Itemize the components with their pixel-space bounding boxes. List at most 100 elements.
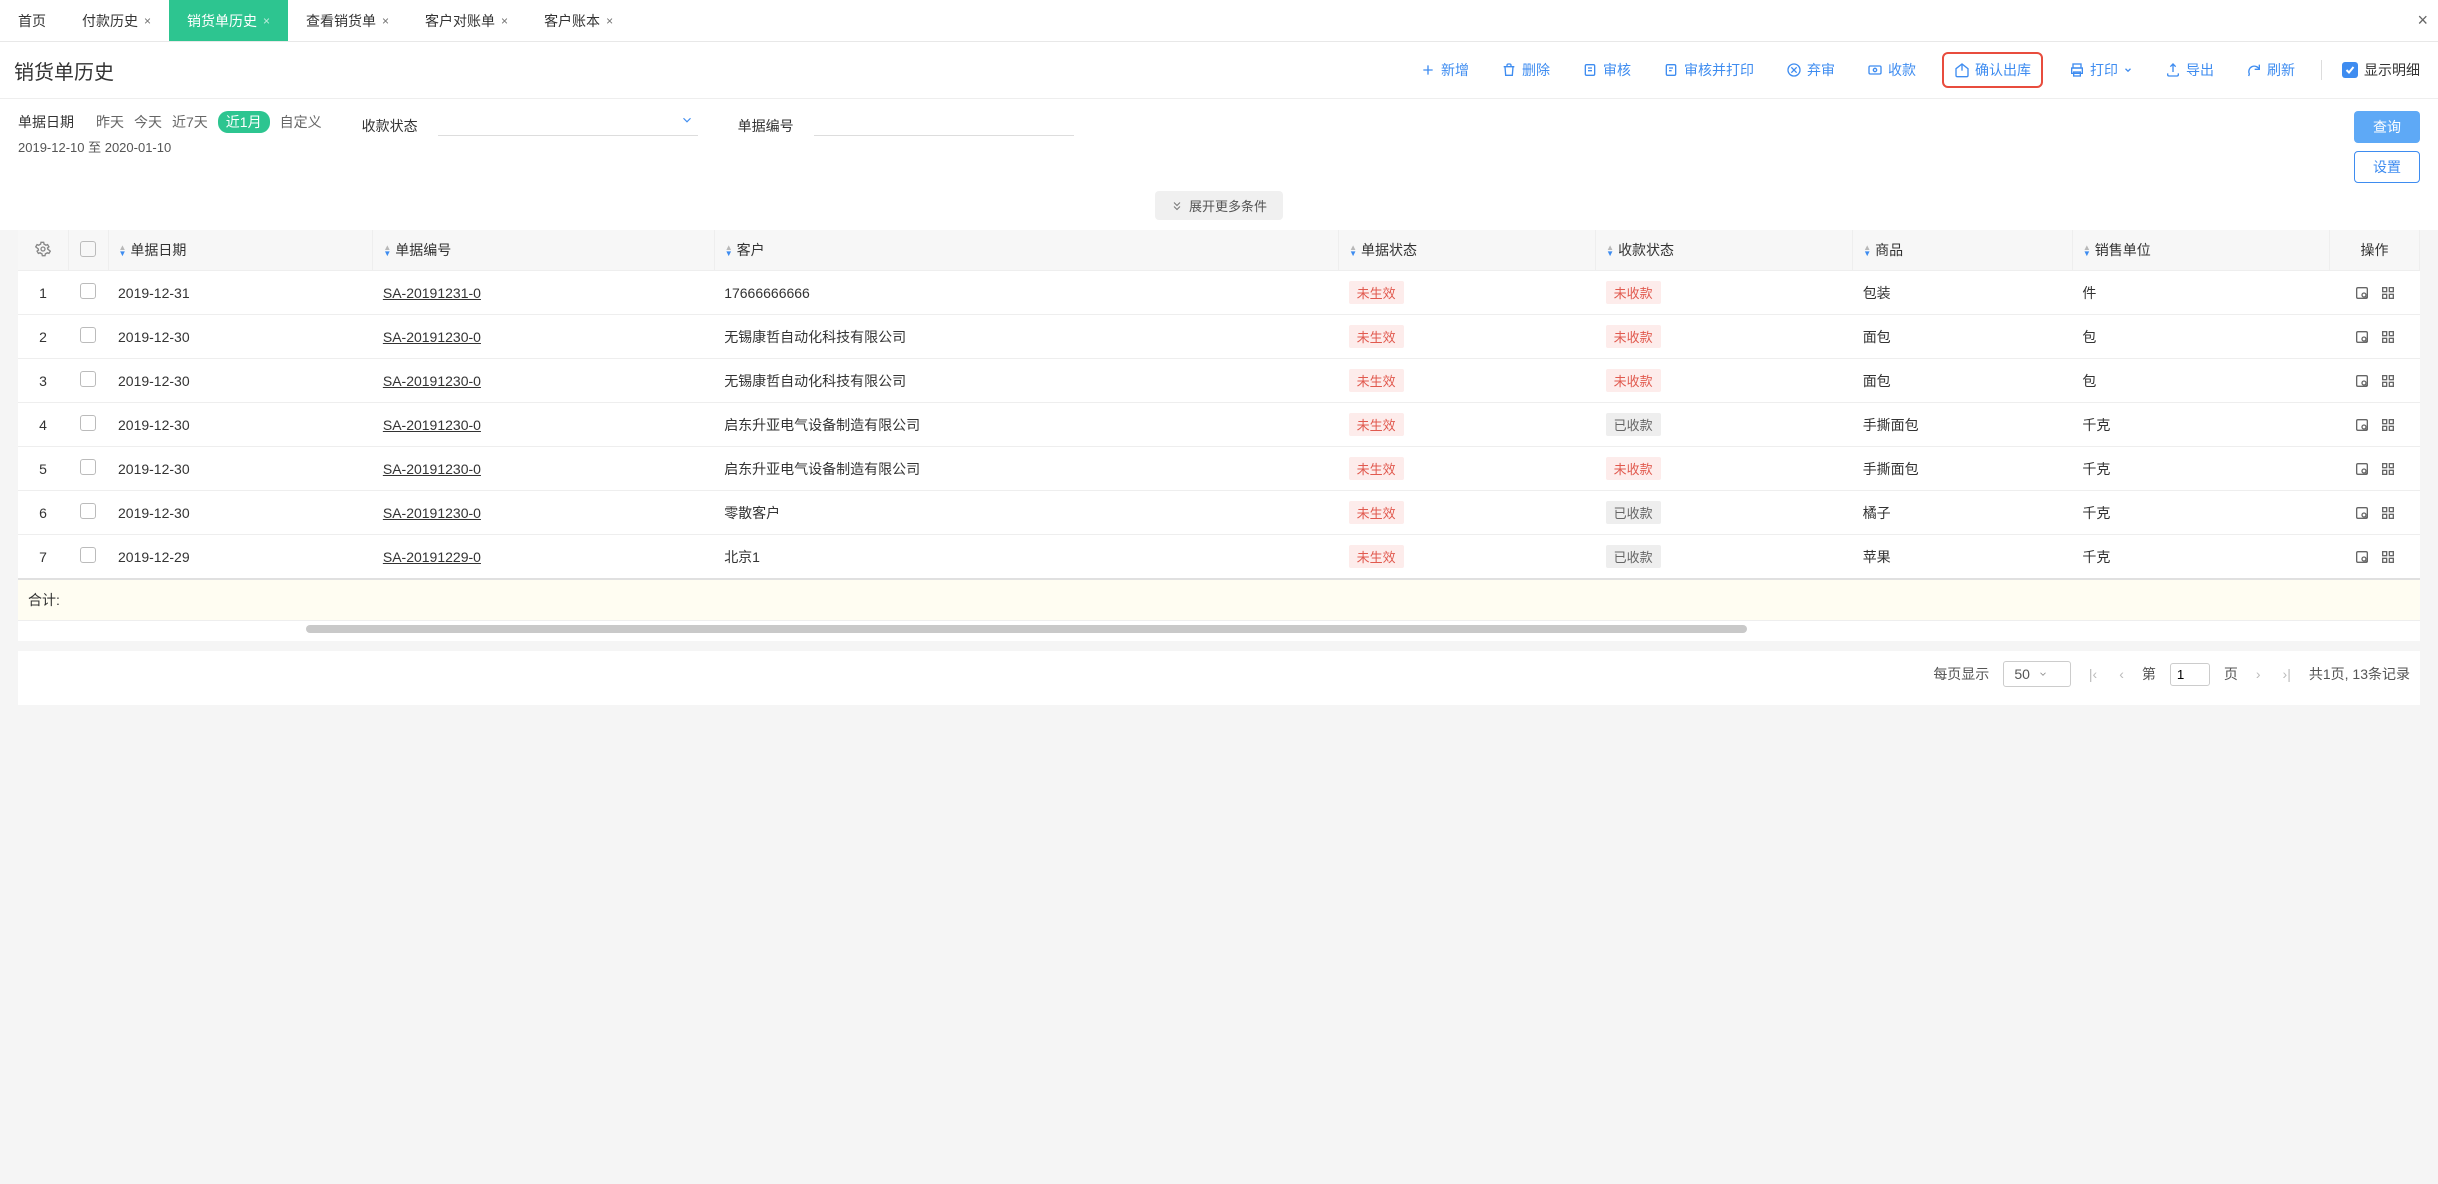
- cell-pay-status: 未收款: [1596, 271, 1853, 315]
- view-icon[interactable]: [2354, 417, 2370, 433]
- tab-view-sales[interactable]: 查看销货单×: [288, 0, 407, 41]
- more-icon[interactable]: [2380, 329, 2396, 345]
- sort-icon: ▲▼: [1606, 245, 1614, 257]
- view-icon[interactable]: [2354, 373, 2370, 389]
- tab-customer-ledger[interactable]: 客户账本×: [526, 0, 631, 41]
- cell-doc-no[interactable]: SA-20191229-0: [373, 535, 714, 580]
- refresh-button[interactable]: 刷新: [2240, 56, 2301, 84]
- cell-product: 苹果: [1853, 535, 2073, 580]
- date-preset-yesterday[interactable]: 昨天: [96, 112, 124, 132]
- cell-date: 2019-12-30: [108, 491, 373, 535]
- toolbar-label: 导出: [2186, 60, 2214, 80]
- column-header-date[interactable]: ▲▼单据日期: [108, 230, 373, 271]
- cell-unit: 包: [2072, 359, 2329, 403]
- date-preset-7d[interactable]: 近7天: [172, 112, 208, 132]
- page-summary: 共1页, 13条记录: [2309, 664, 2410, 684]
- more-icon[interactable]: [2380, 417, 2396, 433]
- cell-doc-status: 未生效: [1339, 315, 1596, 359]
- receive-button[interactable]: 收款: [1861, 56, 1922, 84]
- cell-doc-no[interactable]: SA-20191230-0: [373, 491, 714, 535]
- more-icon[interactable]: [2380, 505, 2396, 521]
- column-header-doc-status[interactable]: ▲▼单据状态: [1339, 230, 1596, 271]
- column-header-unit[interactable]: ▲▼销售单位: [2072, 230, 2329, 271]
- date-preset-1m[interactable]: 近1月: [218, 111, 270, 133]
- expand-filters-button[interactable]: 展开更多条件: [1155, 191, 1283, 220]
- header-label: 客户: [737, 242, 765, 258]
- doc-no-input[interactable]: [814, 111, 1074, 136]
- more-icon[interactable]: [2380, 461, 2396, 477]
- confirm-outbound-button[interactable]: 确认出库: [1942, 52, 2043, 88]
- cell-ops: [2330, 535, 2420, 580]
- row-index: 3: [18, 359, 68, 403]
- row-checkbox[interactable]: [68, 315, 108, 359]
- cell-date: 2019-12-29: [108, 535, 373, 580]
- page-next-button[interactable]: ›: [2252, 666, 2265, 682]
- row-checkbox[interactable]: [68, 271, 108, 315]
- tab-home[interactable]: 首页: [0, 0, 64, 41]
- column-settings[interactable]: [18, 230, 68, 271]
- close-icon[interactable]: ×: [382, 14, 389, 28]
- cell-doc-no[interactable]: SA-20191230-0: [373, 447, 714, 491]
- view-icon[interactable]: [2354, 285, 2370, 301]
- query-button[interactable]: 查询: [2354, 111, 2420, 143]
- view-icon[interactable]: [2354, 549, 2370, 565]
- tab-label: 销货单历史: [187, 11, 257, 31]
- date-preset-today[interactable]: 今天: [134, 112, 162, 132]
- settings-button[interactable]: 设置: [2354, 151, 2420, 183]
- row-checkbox[interactable]: [68, 403, 108, 447]
- row-checkbox[interactable]: [68, 491, 108, 535]
- checkbox-icon: [80, 283, 96, 299]
- cell-date: 2019-12-30: [108, 403, 373, 447]
- per-page-select[interactable]: 50: [2003, 661, 2071, 687]
- view-icon[interactable]: [2354, 329, 2370, 345]
- column-header-pay-status[interactable]: ▲▼收款状态: [1596, 230, 1853, 271]
- export-button[interactable]: 导出: [2159, 56, 2220, 84]
- close-icon[interactable]: ×: [144, 14, 151, 28]
- checkbox-checked-icon: [2342, 62, 2358, 78]
- row-checkbox[interactable]: [68, 359, 108, 403]
- close-icon[interactable]: ×: [501, 14, 508, 28]
- cell-product: 橘子: [1853, 491, 2073, 535]
- audit-print-button[interactable]: 审核并打印: [1657, 56, 1760, 84]
- show-detail-toggle[interactable]: 显示明细: [2342, 60, 2420, 80]
- page-first-button[interactable]: |‹: [2085, 666, 2101, 682]
- column-header-docno[interactable]: ▲▼单据编号: [373, 230, 714, 271]
- view-icon[interactable]: [2354, 505, 2370, 521]
- tab-customer-statement[interactable]: 客户对账单×: [407, 0, 526, 41]
- gear-icon: [35, 241, 51, 257]
- page-last-button[interactable]: ›|: [2279, 666, 2295, 682]
- cell-customer: 零散客户: [714, 491, 1338, 535]
- tabs-close-all[interactable]: ×: [2417, 10, 2428, 31]
- column-header-customer[interactable]: ▲▼客户: [714, 230, 1338, 271]
- more-icon[interactable]: [2380, 373, 2396, 389]
- page-number-input[interactable]: [2170, 663, 2210, 686]
- delete-button[interactable]: 删除: [1495, 56, 1556, 84]
- close-icon[interactable]: ×: [263, 14, 270, 28]
- horizontal-scrollbar[interactable]: [306, 625, 1747, 633]
- row-checkbox[interactable]: [68, 447, 108, 491]
- table-row: 1 2019-12-31 SA-20191231-0 17666666666 未…: [18, 271, 2420, 315]
- page-prev-button[interactable]: ‹: [2115, 666, 2128, 682]
- tab-pay-history[interactable]: 付款历史×: [64, 0, 169, 41]
- cell-doc-no[interactable]: SA-20191231-0: [373, 271, 714, 315]
- column-select-all[interactable]: [68, 230, 108, 271]
- cell-doc-no[interactable]: SA-20191230-0: [373, 359, 714, 403]
- cell-doc-no[interactable]: SA-20191230-0: [373, 403, 714, 447]
- date-preset-custom[interactable]: 自定义: [280, 112, 322, 132]
- view-icon[interactable]: [2354, 461, 2370, 477]
- more-icon[interactable]: [2380, 285, 2396, 301]
- filter-date: 单据日期 昨天 今天 近7天 近1月 自定义 2019-12-10 至 2020…: [18, 111, 322, 156]
- row-checkbox[interactable]: [68, 535, 108, 580]
- close-icon[interactable]: ×: [606, 14, 613, 28]
- pay-status-select[interactable]: [438, 111, 698, 136]
- cell-product: 面包: [1853, 359, 2073, 403]
- unaudit-button[interactable]: 弃审: [1780, 56, 1841, 84]
- tab-sales-history[interactable]: 销货单历史 ×: [169, 0, 288, 41]
- filter-doc-no: 单据编号: [738, 111, 1074, 136]
- print-button[interactable]: 打印: [2063, 56, 2139, 84]
- cell-doc-no[interactable]: SA-20191230-0: [373, 315, 714, 359]
- column-header-product[interactable]: ▲▼商品: [1853, 230, 2073, 271]
- add-button[interactable]: 新增: [1414, 56, 1475, 84]
- audit-button[interactable]: 审核: [1576, 56, 1637, 84]
- more-icon[interactable]: [2380, 549, 2396, 565]
